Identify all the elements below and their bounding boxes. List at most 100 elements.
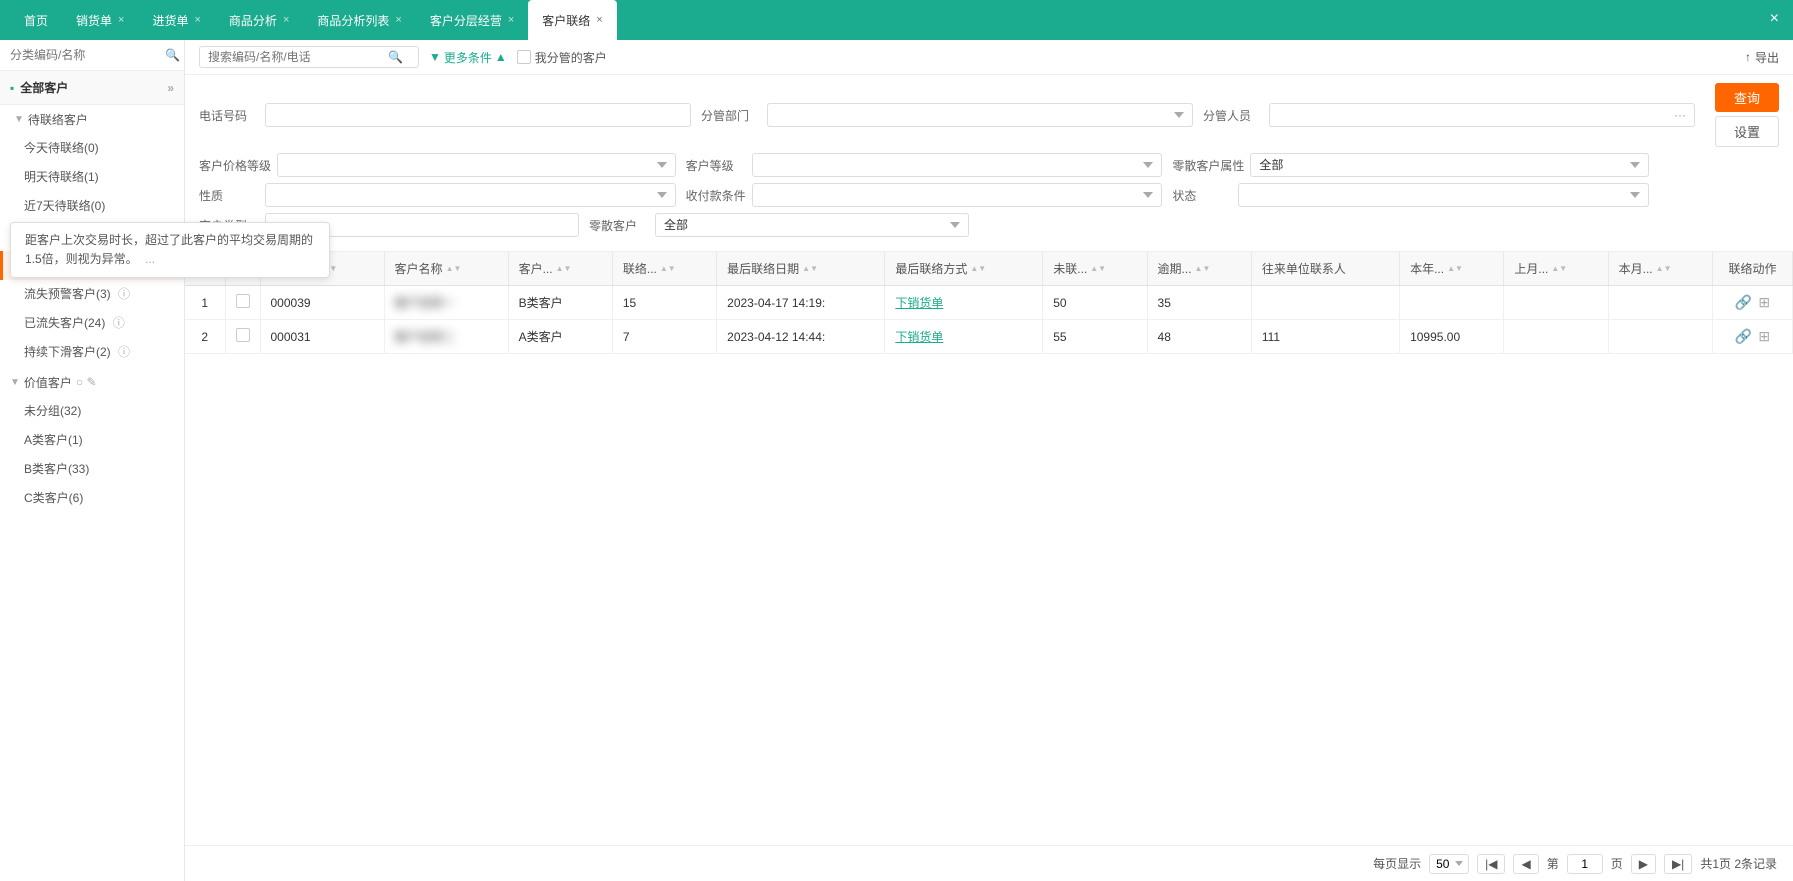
payment-label: 收付款条件 (686, 187, 746, 204)
row1-overdue: 35 (1147, 286, 1251, 320)
sidebar-item-7days[interactable]: 近7天待联络(0) (0, 192, 184, 221)
payment-select[interactable] (752, 183, 1163, 207)
row1-checkbox-cell (225, 286, 260, 320)
col-this-year-label: 本年... (1410, 260, 1444, 277)
sort-last-method[interactable]: ▲▼ (970, 265, 986, 273)
status-select[interactable] (1238, 183, 1649, 207)
sidebar-item-churn-warning[interactable]: 流失预警客户(3) ⓘ (0, 280, 184, 309)
settings-button[interactable]: 设置 (1715, 116, 1779, 147)
my-customers-checkbox[interactable] (517, 50, 531, 64)
sort-last-month[interactable]: ▲▼ (1551, 265, 1567, 273)
export-button[interactable]: ↑ 导出 (1745, 49, 1779, 66)
row1-actions: 🔗 ⊞ (1713, 286, 1793, 320)
col-action-label: 联络动作 (1728, 262, 1776, 276)
sidebar-item-value-c[interactable]: C类客户(6) (0, 484, 184, 513)
row1-link-icon[interactable]: 🔗 (1735, 294, 1752, 311)
page-label: 第 (1547, 855, 1559, 872)
gender-select[interactable] (265, 183, 676, 207)
sidebar-item-value-b[interactable]: B类客户(33) (0, 455, 184, 484)
filter-row-3: 性质 收付款条件 状态 (199, 183, 1779, 207)
my-customers-checkbox-area[interactable]: 我分管的客户 (517, 49, 607, 66)
sidebar-group-pending[interactable]: ▼ 待联络客户 (0, 105, 184, 134)
top-navigation: 首页 销货单 × 进货单 × 商品分析 × 商品分析列表 × 客户分层经营 × … (0, 0, 1793, 40)
sort-this-month[interactable]: ▲▼ (1656, 265, 1672, 273)
nav-tab-purchase[interactable]: 进货单 × (138, 0, 214, 40)
close-purchase-tab[interactable]: × (194, 14, 200, 26)
first-page-btn[interactable]: |◀ (1477, 854, 1505, 874)
group-arrow-value: ▼ (10, 377, 20, 388)
per-page-select[interactable]: 50 (1429, 854, 1469, 874)
edit-value-group-icon[interactable]: ○ ✎ (76, 375, 97, 389)
sidebar-item-tomorrow[interactable]: 明天待联络(1) (0, 163, 184, 192)
content-area: 🔍 ▼ 更多条件 ▲ 我分管的客户 ↑ 导出 电话号码 (185, 40, 1793, 881)
dept-select[interactable] (767, 103, 1193, 127)
retail-attr-select[interactable]: 全部 (1250, 153, 1649, 177)
price-level-select[interactable] (277, 153, 676, 177)
close-analysis-tab[interactable]: × (283, 14, 289, 26)
row2-grid-icon[interactable]: ⊞ (1758, 328, 1770, 345)
nav-tab-home[interactable]: 首页 (10, 0, 62, 40)
sidebar-item-today[interactable]: 今天待联络(0) (0, 134, 184, 163)
col-header-unit-contact: 往来单位联系人 (1251, 252, 1399, 286)
sidebar: 🔍 ▪ 全部客户 » ▼ 待联络客户 今天待联络(0) 明天待联络(1) 近7天… (0, 40, 185, 881)
col-contacts-label: 联络... (623, 260, 657, 277)
status-label: 状态 (1172, 187, 1232, 204)
row1-checkbox[interactable] (236, 294, 250, 308)
close-customer-contact-tab[interactable]: × (596, 14, 602, 26)
sidebar-item-churned[interactable]: 已流失客户(24) ⓘ (0, 309, 184, 338)
col-this-month-label: 本月... (1619, 260, 1653, 277)
last-page-btn[interactable]: ▶| (1664, 854, 1692, 874)
sidebar-item-ungroup[interactable]: 未分组(32) (0, 397, 184, 426)
row2-last-method-link[interactable]: 下销货单 (895, 330, 943, 344)
row1-code: 000039 (260, 286, 384, 320)
row1-this-month (1608, 286, 1712, 320)
row1-last-method-link[interactable]: 下销货单 (895, 296, 943, 310)
sidebar-item-value-a[interactable]: A类客户(1) (0, 426, 184, 455)
filter-row-2: 客户价格等级 客户等级 零散客户属性 全部 (199, 153, 1779, 177)
sort-name[interactable]: ▲▼ (446, 265, 462, 273)
row2-unread: 55 (1043, 320, 1147, 354)
sort-last-date[interactable]: ▲▼ (802, 265, 818, 273)
sidebar-search-icon[interactable]: 🔍 (165, 48, 180, 62)
row2-this-month (1608, 320, 1712, 354)
collapse-sidebar-icon[interactable]: » (167, 81, 174, 95)
row2-link-icon[interactable]: 🔗 (1735, 328, 1752, 345)
sort-unread[interactable]: ▲▼ (1090, 265, 1106, 273)
close-customer-tier-tab[interactable]: × (508, 14, 514, 26)
more-conditions-btn[interactable]: ▼ 更多条件 ▲ (429, 49, 507, 66)
table-row: 2 000031 客户名称二 A类客户 7 2023-04-12 14:44: … (185, 320, 1793, 354)
nav-tab-sales[interactable]: 销货单 × (62, 0, 138, 40)
next-page-btn[interactable]: ▶ (1631, 854, 1656, 874)
sidebar-search-input[interactable] (10, 48, 165, 62)
nav-tab-customer-contact[interactable]: 客户联络 × (528, 0, 616, 40)
sort-this-year[interactable]: ▲▼ (1447, 265, 1463, 273)
row1-this-year (1400, 286, 1504, 320)
search-box: 🔍 (199, 46, 419, 68)
price-level-field: 客户价格等级 (199, 153, 676, 177)
person-input[interactable]: ··· (1269, 103, 1695, 127)
nav-tab-analysis-list[interactable]: 商品分析列表 × (303, 0, 415, 40)
nav-tab-analysis[interactable]: 商品分析 × (215, 0, 303, 40)
search-input[interactable] (208, 50, 388, 64)
row2-overdue: 48 (1147, 320, 1251, 354)
row2-last-month (1504, 320, 1608, 354)
prev-page-btn[interactable]: ◀ (1513, 854, 1538, 874)
customer-level-select[interactable] (752, 153, 1163, 177)
page-number-input[interactable] (1567, 854, 1603, 874)
sort-category[interactable]: ▲▼ (556, 265, 572, 273)
close-sales-tab[interactable]: × (118, 14, 124, 26)
phone-input[interactable] (265, 103, 691, 127)
row2-checkbox[interactable] (236, 328, 250, 342)
close-all-tabs[interactable]: × (1770, 10, 1779, 28)
retail-label: 零散客户 (589, 217, 649, 234)
nav-tab-customer-tier[interactable]: 客户分层经营 × (416, 0, 528, 40)
close-analysis-list-tab[interactable]: × (395, 14, 401, 26)
sort-contacts[interactable]: ▲▼ (660, 265, 676, 273)
filter-row-1: 电话号码 分管部门 分管人员 ··· 查询 设置 (199, 83, 1779, 147)
row1-grid-icon[interactable]: ⊞ (1758, 294, 1770, 311)
retail-select[interactable]: 全部 (655, 213, 969, 237)
sidebar-item-declining[interactable]: 持续下滑客户(2) ⓘ (0, 338, 184, 367)
search-icon[interactable]: 🔍 (388, 50, 403, 64)
query-button[interactable]: 查询 (1715, 83, 1779, 112)
sort-overdue[interactable]: ▲▼ (1195, 265, 1211, 273)
